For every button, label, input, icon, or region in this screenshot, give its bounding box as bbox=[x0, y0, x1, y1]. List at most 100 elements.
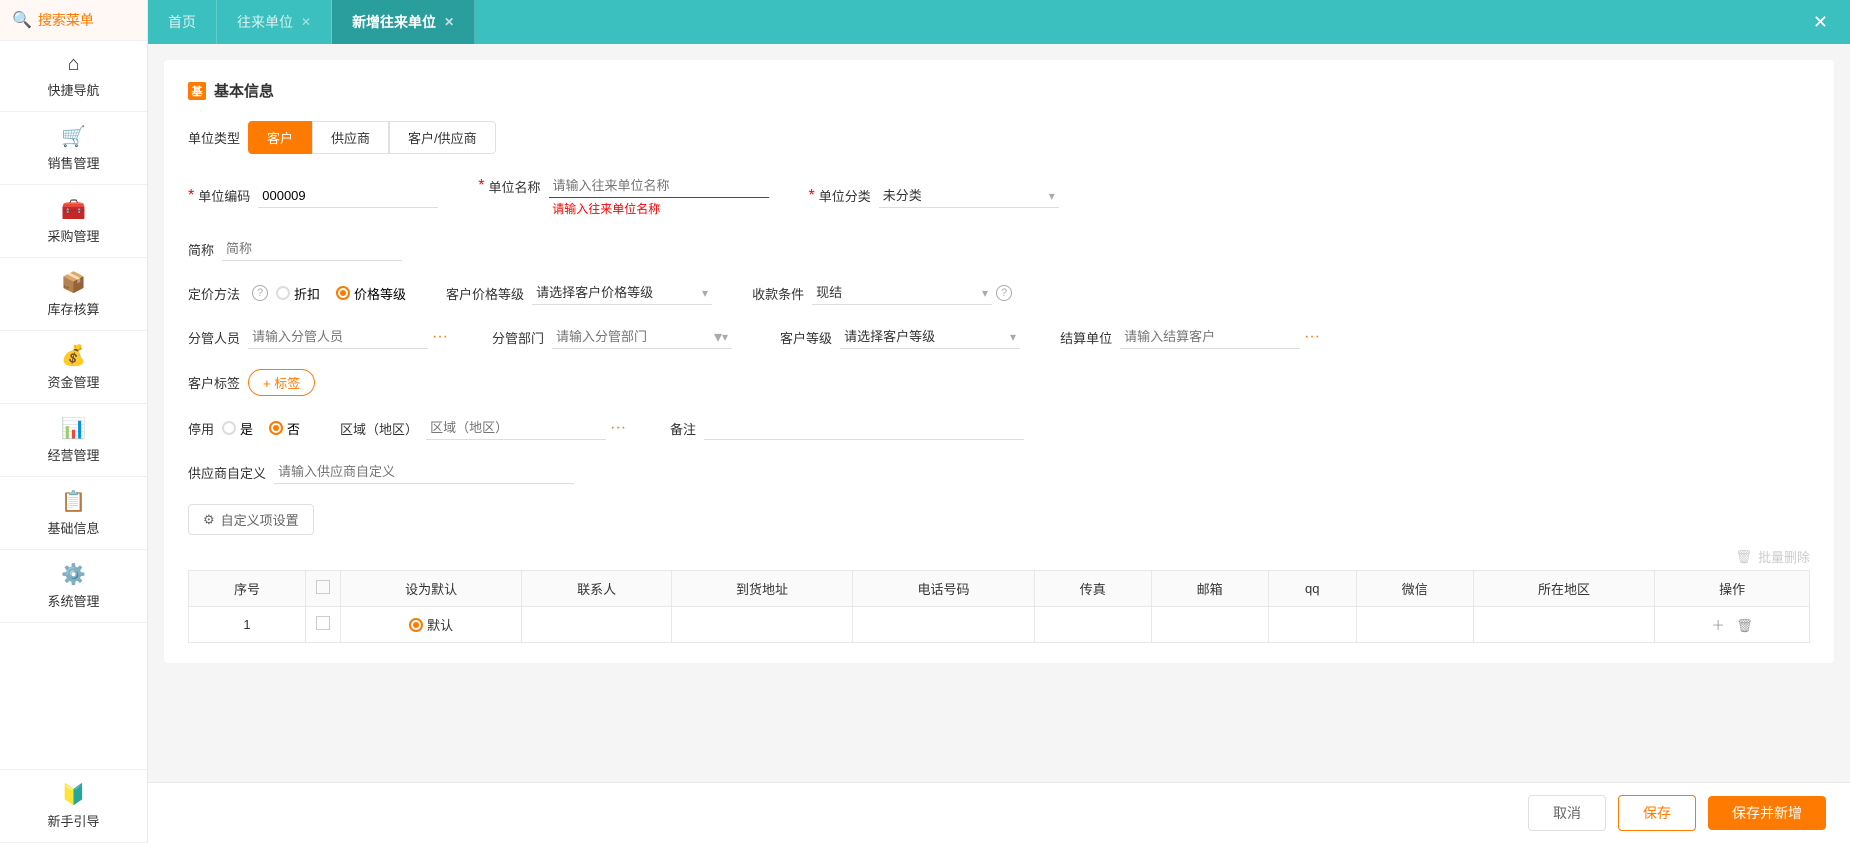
sidebar-search[interactable]: 🔍 搜索菜单 bbox=[0, 0, 147, 41]
form-content: 基 基本信息 单位类型 客户 供应商 客户/供应商 bbox=[148, 44, 1850, 782]
pricing-level-radio[interactable]: 价格等级 bbox=[336, 284, 406, 303]
manager-group: 分管人员 ··· bbox=[188, 325, 452, 349]
unit-type-buttons: 客户 供应商 客户/供应商 bbox=[248, 121, 496, 154]
th-address: 到货地址 bbox=[671, 571, 853, 607]
unit-btn-supplier[interactable]: 供应商 bbox=[312, 121, 389, 154]
pricing-radio-group: 折扣 价格等级 bbox=[276, 284, 406, 303]
th-email: 邮箱 bbox=[1151, 571, 1268, 607]
settlement-unit-more-btn[interactable]: ··· bbox=[1300, 328, 1324, 346]
sidebar-item-purchase-mgmt[interactable]: 🧰 采购管理 bbox=[0, 185, 147, 258]
customer-tag-row: 客户标签 + 标签 bbox=[188, 369, 1810, 396]
search-icon: 🔍 bbox=[12, 10, 32, 30]
th-fax: 传真 bbox=[1034, 571, 1151, 607]
tab-home[interactable]: 首页 bbox=[148, 0, 217, 44]
batch-delete-label[interactable]: 批量删除 bbox=[1758, 547, 1810, 566]
sidebar-item-operation[interactable]: 📊 经营管理 bbox=[0, 404, 147, 477]
manager-input[interactable] bbox=[248, 325, 428, 349]
payment-terms-select[interactable]: 现结 bbox=[812, 281, 992, 305]
supplier-custom-row: 供应商自定义 bbox=[188, 460, 1810, 484]
settlement-unit-label: 结算单位 bbox=[1060, 328, 1112, 347]
tab-new-partner[interactable]: 新增往来单位 ✕ bbox=[332, 0, 475, 44]
department-input[interactable] bbox=[552, 325, 732, 349]
sidebar-item-label: 资金管理 bbox=[47, 372, 99, 391]
disabled-no-radio[interactable]: 否 bbox=[269, 419, 300, 438]
save-button[interactable]: 保存 bbox=[1618, 795, 1696, 831]
customer-price-level-select[interactable]: 请选择客户价格等级 bbox=[532, 281, 712, 305]
sidebar-item-inventory[interactable]: 📦 库存核算 bbox=[0, 258, 147, 331]
td-qq bbox=[1268, 607, 1356, 643]
tab-new-partner-label: 新增往来单位 bbox=[352, 12, 436, 32]
unit-type-row: 单位类型 客户 供应商 客户/供应商 bbox=[188, 121, 1810, 154]
customer-level-label: 客户等级 bbox=[780, 328, 832, 347]
disabled-region-row: 停用 是 否 区域（地区） bbox=[188, 416, 1810, 440]
disabled-yes-radio[interactable]: 是 bbox=[222, 419, 253, 438]
supplier-custom-input[interactable] bbox=[274, 460, 574, 484]
sidebar-item-basic-info[interactable]: 📋 基础信息 bbox=[0, 477, 147, 550]
pricing-help-icon[interactable]: ? bbox=[252, 285, 268, 301]
cancel-button[interactable]: 取消 bbox=[1528, 795, 1606, 831]
sales-icon: 🛒 bbox=[61, 124, 86, 149]
tab-partners-close[interactable]: ✕ bbox=[301, 15, 311, 29]
remark-input[interactable] bbox=[704, 416, 1024, 440]
sidebar-item-label: 基础信息 bbox=[47, 518, 99, 537]
th-default: 设为默认 bbox=[340, 571, 522, 607]
code-name-row: * 单位编码 * 单位名称 请输入往来单位名称 * bbox=[188, 174, 1810, 217]
save-new-button[interactable]: 保存并新增 bbox=[1708, 796, 1826, 830]
unit-code-label: 单位编码 bbox=[198, 186, 250, 205]
region-label: 区域（地区） bbox=[340, 419, 418, 438]
basic-info-icon: 📋 bbox=[61, 489, 86, 514]
default-radio-label: 默认 bbox=[427, 615, 453, 634]
td-default: 默认 bbox=[340, 607, 522, 643]
short-name-input[interactable] bbox=[222, 237, 402, 261]
system-icon: ⚙️ bbox=[61, 562, 86, 587]
remark-label: 备注 bbox=[670, 419, 696, 438]
td-contact bbox=[522, 607, 671, 643]
supplier-custom-label: 供应商自定义 bbox=[188, 463, 266, 482]
settlement-unit-input[interactable] bbox=[1120, 325, 1300, 349]
unit-type-group: 单位类型 客户 供应商 客户/供应商 bbox=[188, 121, 496, 154]
disabled-yes-label: 是 bbox=[240, 419, 253, 438]
row-delete-btn[interactable]: 🗑 bbox=[1736, 618, 1753, 633]
manager-more-btn[interactable]: ··· bbox=[428, 328, 452, 346]
tab-new-partner-close[interactable]: ✕ bbox=[444, 15, 454, 29]
unit-name-input[interactable] bbox=[549, 174, 769, 198]
pricing-method-label: 定价方法 bbox=[188, 284, 240, 303]
unit-code-input[interactable] bbox=[258, 184, 438, 208]
td-checkbox bbox=[305, 607, 340, 643]
sidebar-item-sales-mgmt[interactable]: 🛒 销售管理 bbox=[0, 112, 147, 185]
unit-category-select[interactable]: 未分类 bbox=[879, 184, 1059, 208]
tab-partners[interactable]: 往来单位 ✕ bbox=[217, 0, 332, 44]
row-checkbox[interactable] bbox=[316, 616, 330, 630]
sidebar-item-system-mgmt[interactable]: ⚙️ 系统管理 bbox=[0, 550, 147, 623]
region-more-btn[interactable]: ··· bbox=[606, 419, 630, 437]
disabled-no-label: 否 bbox=[287, 419, 300, 438]
bottom-bar: 取消 保存 保存并新增 bbox=[148, 782, 1850, 843]
pricing-discount-radio[interactable]: 折扣 bbox=[276, 284, 320, 303]
home-icon: ⌂ bbox=[67, 53, 79, 76]
short-name-label: 简称 bbox=[188, 240, 214, 259]
select-all-checkbox[interactable] bbox=[316, 580, 330, 594]
payment-terms-help-icon[interactable]: ? bbox=[996, 285, 1012, 301]
unit-btn-customer[interactable]: 客户 bbox=[248, 121, 312, 154]
th-contact: 联系人 bbox=[522, 571, 671, 607]
default-radio[interactable]: 默认 bbox=[351, 615, 512, 634]
customer-tag-group: 客户标签 + 标签 bbox=[188, 369, 315, 396]
unit-btn-both[interactable]: 客户/供应商 bbox=[389, 121, 496, 154]
row-add-btn[interactable]: ＋ bbox=[1712, 618, 1725, 633]
region-input[interactable] bbox=[426, 416, 606, 440]
add-tag-button[interactable]: + 标签 bbox=[248, 369, 315, 396]
disabled-group: 停用 是 否 bbox=[188, 419, 300, 438]
td-location bbox=[1473, 607, 1655, 643]
window-close-button[interactable]: ✕ bbox=[1803, 12, 1838, 33]
td-wechat bbox=[1356, 607, 1473, 643]
customer-price-level-group: 客户价格等级 请选择客户价格等级 bbox=[446, 281, 712, 305]
customer-level-select[interactable]: 请选择客户等级 bbox=[840, 325, 1020, 349]
table-row: 1 默认 bbox=[189, 607, 1810, 643]
customer-level-wrapper: 请选择客户等级 bbox=[840, 325, 1020, 349]
sidebar-item-new-guide[interactable]: 🔰 新手引导 bbox=[0, 769, 147, 843]
th-seq: 序号 bbox=[189, 571, 306, 607]
sidebar-item-finance[interactable]: 💰 资金管理 bbox=[0, 331, 147, 404]
sidebar-item-quick-nav[interactable]: ⌂ 快捷导航 bbox=[0, 41, 147, 112]
custom-settings-button[interactable]: ⚙ 自定义项设置 bbox=[188, 504, 314, 535]
th-qq: qq bbox=[1268, 571, 1356, 607]
